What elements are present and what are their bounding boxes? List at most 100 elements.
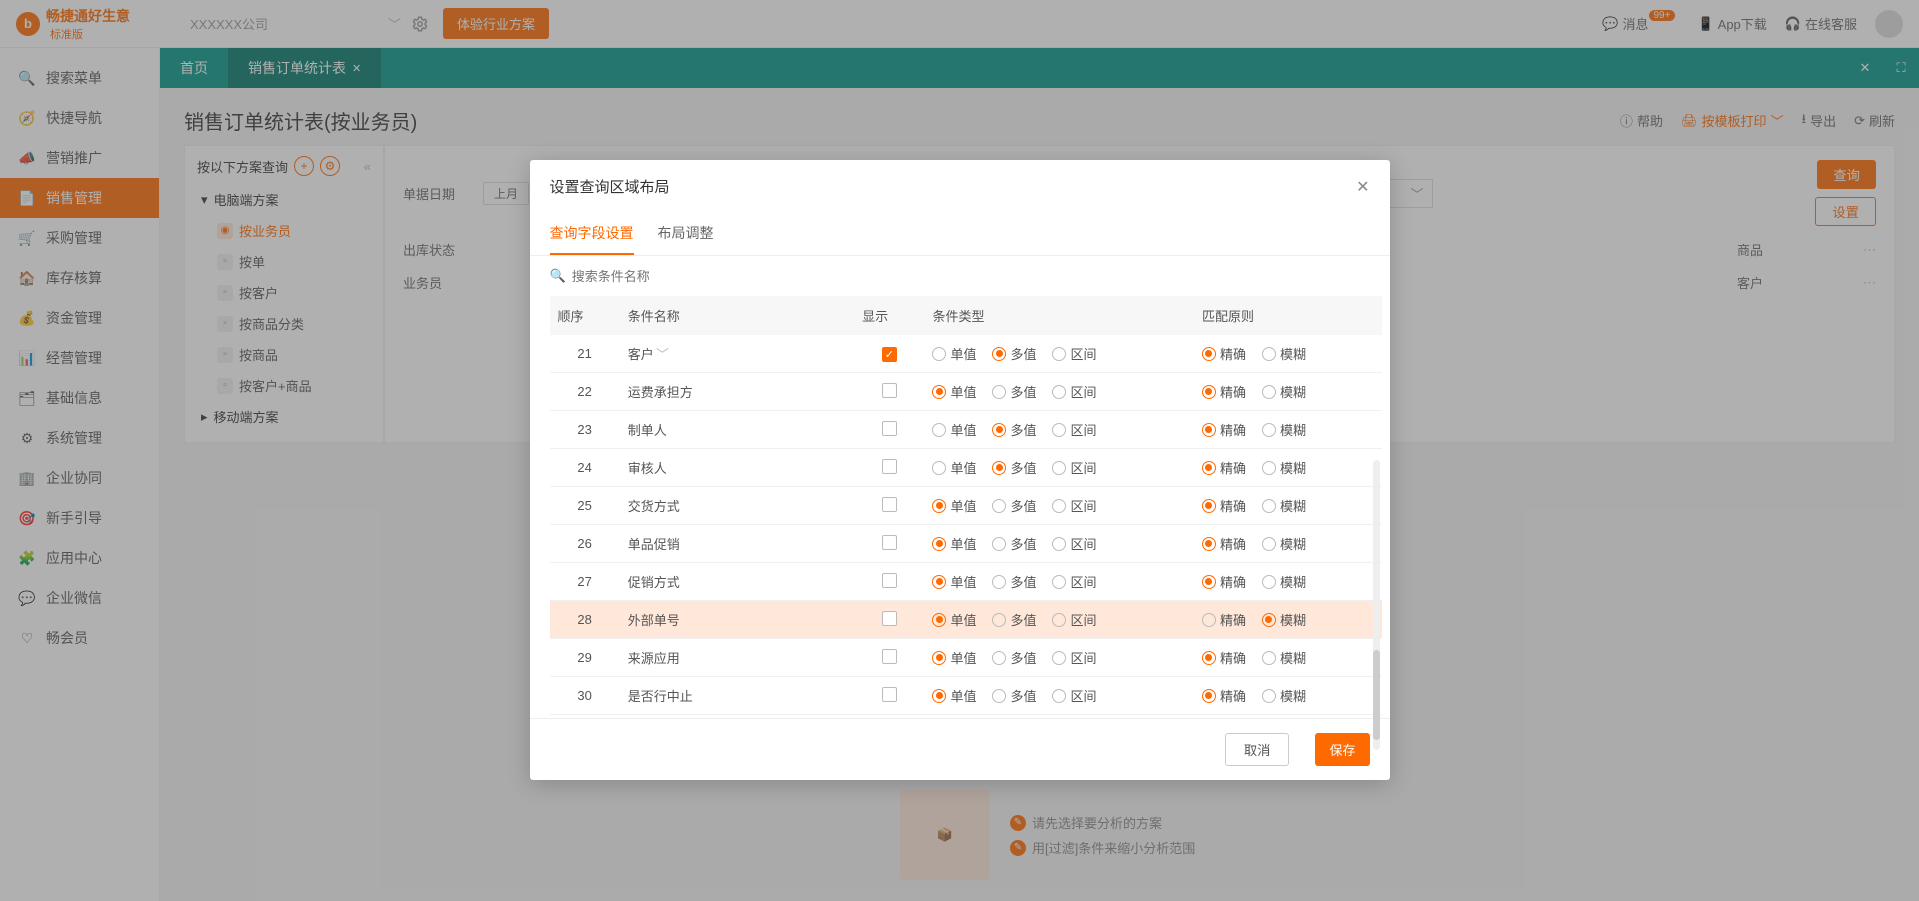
radio-option[interactable]: 多值 <box>992 686 1036 705</box>
modal-overlay: 设置查询区域布局 ✕ 查询字段设置 布局调整 🔍 顺序 条件名称 显示 条件类型… <box>0 0 1919 901</box>
radio-option[interactable]: 区间 <box>1052 534 1096 553</box>
radio-option[interactable]: 模糊 <box>1262 534 1306 553</box>
radio-label: 多值 <box>1010 458 1036 477</box>
radio-option[interactable]: 精确 <box>1202 420 1246 439</box>
radio-option[interactable]: 单值 <box>932 648 976 667</box>
radio-option[interactable]: 单值 <box>932 686 976 705</box>
radio-dot <box>992 461 1006 475</box>
radio-label: 模糊 <box>1280 572 1306 591</box>
radio-label: 多值 <box>1010 496 1036 515</box>
radio-option[interactable]: 区间 <box>1052 420 1096 439</box>
radio-option[interactable]: 区间 <box>1052 648 1096 667</box>
radio-option[interactable]: 单值 <box>932 344 976 363</box>
table-row: 30是否行中止单值多值区间精确模糊 <box>550 677 1382 715</box>
cell-show <box>854 525 924 563</box>
cancel-button[interactable]: 取消 <box>1225 733 1290 766</box>
radio-option[interactable]: 模糊 <box>1262 382 1306 401</box>
radio-option[interactable]: 精确 <box>1202 458 1246 477</box>
radio-label: 精确 <box>1220 572 1246 591</box>
cell-match: 精确 模糊 <box>1194 563 1382 601</box>
show-checkbox[interactable] <box>882 535 897 550</box>
radio-dot <box>992 575 1006 589</box>
cell-name: 促销方式 <box>620 563 854 601</box>
radio-option[interactable]: 多值 <box>992 610 1036 629</box>
radio-option[interactable]: 多值 <box>992 648 1036 667</box>
radio-option[interactable]: 多值 <box>992 344 1036 363</box>
radio-option[interactable]: 模糊 <box>1262 458 1306 477</box>
show-checkbox[interactable] <box>882 421 897 436</box>
radio-option[interactable]: 精确 <box>1202 344 1246 363</box>
radio-option[interactable]: 模糊 <box>1262 686 1306 705</box>
show-checkbox[interactable] <box>882 649 897 664</box>
radio-label: 精确 <box>1220 420 1246 439</box>
modal-tab-fields[interactable]: 查询字段设置 <box>550 213 634 255</box>
radio-option[interactable]: 模糊 <box>1262 344 1306 363</box>
radio-option[interactable]: 多值 <box>992 534 1036 553</box>
radio-option[interactable]: 区间 <box>1052 572 1096 591</box>
radio-option[interactable]: 多值 <box>992 420 1036 439</box>
radio-option[interactable]: 模糊 <box>1262 420 1306 439</box>
show-checkbox[interactable] <box>882 383 897 398</box>
radio-label: 模糊 <box>1280 420 1306 439</box>
cell-type: 单值多值 区间 <box>924 601 1194 639</box>
radio-option[interactable]: 精确 <box>1202 572 1246 591</box>
radio-dot <box>1262 499 1276 513</box>
show-checkbox[interactable] <box>882 497 897 512</box>
radio-dot <box>1262 689 1276 703</box>
radio-option[interactable]: 精确 <box>1202 496 1246 515</box>
cell-seq: 22 <box>550 373 620 411</box>
radio-dot <box>1202 347 1216 361</box>
close-icon[interactable]: ✕ <box>1356 177 1369 197</box>
cell-name: 是否行中止 <box>620 677 854 715</box>
radio-option[interactable]: 精确 <box>1202 686 1246 705</box>
radio-option[interactable]: 多值 <box>992 458 1036 477</box>
cell-type: 单值多值区间 <box>924 563 1194 601</box>
show-checkbox[interactable]: ✓ <box>882 347 897 362</box>
radio-option[interactable]: 模糊 <box>1262 496 1306 515</box>
radio-option[interactable]: 精确 <box>1202 382 1246 401</box>
radio-option[interactable]: 多值 <box>992 572 1036 591</box>
radio-option[interactable]: 单值 <box>932 572 976 591</box>
radio-option[interactable]: 单值 <box>932 382 976 401</box>
radio-option[interactable]: 区间 <box>1052 610 1096 629</box>
radio-option[interactable]: 精确 <box>1202 534 1246 553</box>
radio-option[interactable]: 单值 <box>932 496 976 515</box>
chevron-down-icon[interactable]: ﹀ <box>656 347 669 362</box>
radio-option[interactable]: 区间 <box>1052 686 1096 705</box>
radio-option[interactable]: 单值 <box>932 534 976 553</box>
radio-label: 区间 <box>1070 610 1096 629</box>
radio-label: 模糊 <box>1280 344 1306 363</box>
show-checkbox[interactable] <box>882 573 897 588</box>
radio-option[interactable]: 区间 <box>1052 458 1096 477</box>
radio-dot <box>1202 461 1216 475</box>
cell-seq: 26 <box>550 525 620 563</box>
radio-option[interactable]: 多值 <box>992 496 1036 515</box>
scrollbar-thumb[interactable] <box>1373 650 1380 740</box>
save-button[interactable]: 保存 <box>1315 733 1369 766</box>
radio-option[interactable]: 模糊 <box>1262 572 1306 591</box>
radio-option[interactable]: 单值 <box>932 610 976 629</box>
cell-seq: 28 <box>550 601 620 639</box>
radio-option[interactable]: 多值 <box>992 382 1036 401</box>
radio-option[interactable]: 区间 <box>1052 344 1096 363</box>
radio-option[interactable]: 模糊 <box>1262 648 1306 667</box>
radio-option[interactable]: 模糊 <box>1262 610 1306 629</box>
show-checkbox[interactable] <box>882 687 897 702</box>
cell-name: 审核人 <box>620 449 854 487</box>
cell-type: 单值多值区间 <box>924 677 1194 715</box>
table-row: 29来源应用单值多值区间精确模糊 <box>550 639 1382 677</box>
radio-option[interactable]: 精确 <box>1202 648 1246 667</box>
scrollbar[interactable] <box>1373 460 1380 750</box>
radio-label: 精确 <box>1220 648 1246 667</box>
radio-dot <box>1052 689 1066 703</box>
show-checkbox[interactable] <box>882 611 897 626</box>
search-input[interactable] <box>572 269 1370 284</box>
show-checkbox[interactable] <box>882 459 897 474</box>
radio-option[interactable]: 区间 <box>1052 496 1096 515</box>
radio-option[interactable]: 单值 <box>932 458 976 477</box>
radio-option[interactable]: 区间 <box>1052 382 1096 401</box>
radio-label: 单值 <box>950 572 976 591</box>
radio-option[interactable]: 单值 <box>932 420 976 439</box>
radio-option[interactable]: 精确 <box>1202 610 1246 629</box>
modal-tab-layout[interactable]: 布局调整 <box>658 213 714 255</box>
